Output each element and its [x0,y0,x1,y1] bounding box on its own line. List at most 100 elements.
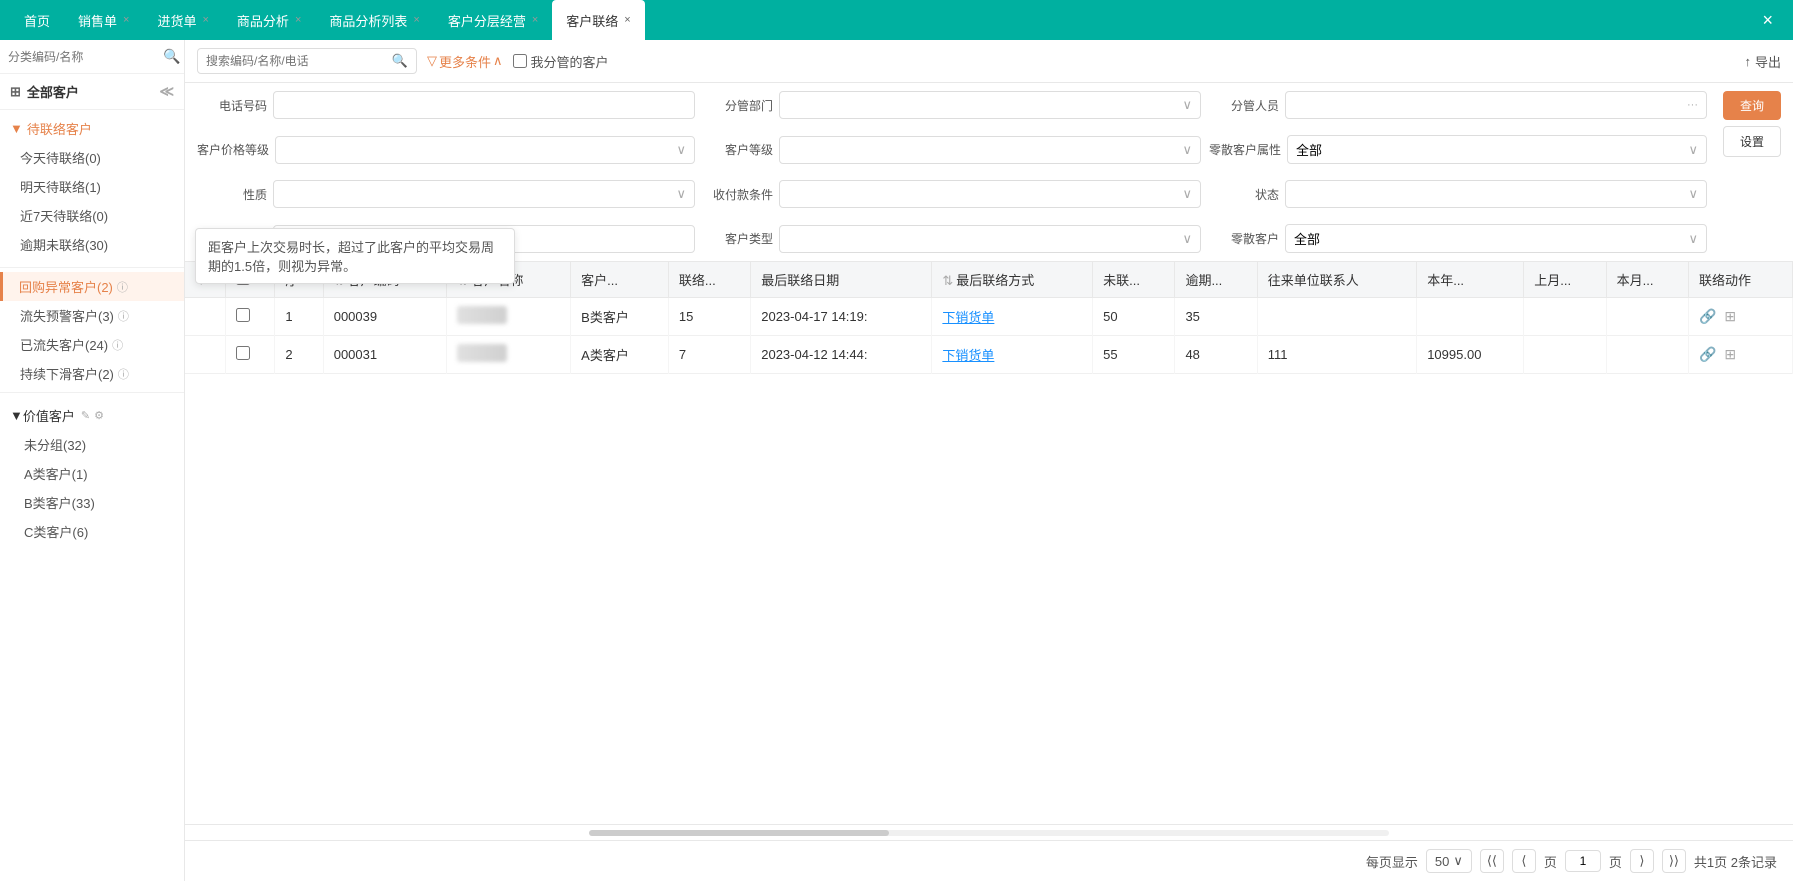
sidebar-item-continuous-down[interactable]: 持续下滑客户(2) ⓘ [0,359,184,388]
nav-sales-close[interactable]: × [123,14,129,26]
value-customer-title[interactable]: ▼ 价值客户 ✎ ⚙ [0,401,184,430]
sidebar-item-overdue[interactable]: 逾期未联络(30) [0,230,184,259]
nav-product-list[interactable]: 商品分析列表 × [315,0,433,40]
row-last-month [1524,298,1606,336]
dept-select[interactable]: ∨ [779,91,1201,119]
phone-input[interactable] [273,91,695,119]
sidebar-item-tomorrow[interactable]: 明天待联络(1) [0,172,184,201]
row-index: 1 [275,298,323,336]
table-container: ⚙ 序 ⇅客户编码 ⇅客户名称 客户... 联络... [185,262,1793,824]
chevron-down-icon-5: ∨ [676,186,686,202]
chevron-down-icon-6: ∨ [1182,186,1192,202]
sidebar-divider-2 [0,392,184,393]
pending-section-title[interactable]: ▼ 待联络客户 [0,114,184,143]
search-icon[interactable]: 🔍 [392,53,408,69]
query-button[interactable]: 查询 [1723,91,1781,120]
row-current-month [1606,298,1688,336]
filter-buttons: 查询 设置 [1723,91,1781,157]
status-select[interactable]: ∨ [1285,180,1707,208]
row-checkbox[interactable] [236,308,250,322]
row-last-method: 下销货单 [932,298,1093,336]
window-close-button[interactable]: × [1752,10,1783,31]
action-grid-icon[interactable]: ⊞ [1724,308,1736,325]
sidebar-collapse-btn[interactable]: ≪ [159,83,174,100]
nav-product-list-close[interactable]: × [413,14,419,26]
search-input[interactable] [206,54,388,68]
row-contact-person: 111 [1257,336,1416,374]
first-page-button[interactable]: ⟨⟨ [1480,849,1504,873]
row-current-year: 10995.00 [1417,336,1524,374]
sidebar-item-7days[interactable]: 近7天待联络(0) [0,201,184,230]
filter-customer-level: 客户等级 ∨ [703,136,1201,164]
sidebar-item-ungrouped[interactable]: 未分组(32) [0,430,184,459]
nav-customer-tier-close[interactable]: × [532,14,538,26]
person-input[interactable]: ··· [1285,91,1707,119]
payment-select[interactable]: ∨ [779,180,1201,208]
row-current-year [1417,298,1524,336]
filter-retail-customer: 零散客户 全部 ∨ [1209,224,1707,253]
last-method-link[interactable]: 下销货单 [942,310,994,325]
nav-customer-contact-close[interactable]: × [624,14,630,26]
settings-button[interactable]: 设置 [1723,126,1781,157]
page-number-input[interactable] [1565,850,1601,872]
export-button[interactable]: ↑ 导出 [1744,52,1781,71]
filter-phone: 电话号码 [197,91,695,119]
next-page-button[interactable]: ⟩ [1630,849,1654,873]
sidebar-item-lost-preview[interactable]: 流失预警客户(3) ⓘ [0,301,184,330]
nav-purchase-close[interactable]: × [202,14,208,26]
my-customer-checkbox[interactable] [513,54,527,68]
sort-icon-3: ⇅ [942,273,953,288]
chevron-down-icon-9: ∨ [1688,231,1698,247]
row-name [447,298,571,336]
sidebar-search-icon[interactable]: 🔍 [163,48,180,65]
chevron-down-icon-3: ∨ [1182,142,1192,158]
customer-type-select[interactable]: ∨ [779,225,1201,253]
filter-row-2: 客户价格等级 ∨ 客户等级 ∨ 零散客户属性 [197,135,1707,164]
sidebar-item-a-class[interactable]: A类客户(1) [0,459,184,488]
row-settings-cell [185,298,225,336]
info-icon-3: ⓘ [112,337,123,353]
nav-customer-contact[interactable]: 客户联络 × [552,0,644,40]
prev-page-button[interactable]: ⟨ [1512,849,1536,873]
nav-sales[interactable]: 销售单 × [64,0,143,40]
value-customer-group: ▼ 价值客户 ✎ ⚙ 未分组(32) A类客户(1) B类客户(33) C类客户… [0,397,184,550]
nav-home[interactable]: 首页 [10,0,64,40]
last-method-link[interactable]: 下销货单 [942,348,994,363]
sidebar-item-today[interactable]: 今天待联络(0) [0,143,184,172]
settings-icon-sidebar[interactable]: ⚙ [94,409,104,422]
retail-attr-select[interactable]: 全部 ∨ [1287,135,1707,164]
sidebar-search-area: 🔍 [0,40,184,74]
sidebar-item-already-lost[interactable]: 已流失客户(24) ⓘ [0,330,184,359]
gender-select[interactable]: ∨ [273,180,695,208]
page-size-select[interactable]: 50 ∨ [1426,849,1472,873]
row-index: 2 [275,336,323,374]
row-checkbox[interactable] [236,346,250,360]
filter-gender: 性质 ∨ [197,180,695,208]
nav-purchase[interactable]: 进货单 × [143,0,222,40]
sidebar-item-b-class[interactable]: B类客户(33) [0,488,184,517]
filter-status: 状态 ∨ [1209,180,1707,208]
nav-customer-tier[interactable]: 客户分层经营 × [434,0,552,40]
retail-customer-select[interactable]: 全部 ∨ [1285,224,1707,253]
row-uncontacted: 50 [1093,298,1175,336]
action-link-icon[interactable]: 🔗 [1699,308,1716,325]
sidebar-divider-1 [0,267,184,268]
customer-level-select[interactable]: ∨ [779,136,1201,164]
sidebar-search-input[interactable] [8,50,163,64]
sidebar-item-repurchase-abnormal[interactable]: 回购异常客户(2) ⓘ [0,272,184,301]
action-link-icon[interactable]: 🔗 [1699,346,1716,363]
price-level-select[interactable]: ∨ [275,136,695,164]
sidebar-all-customers-header[interactable]: ⊞ 全部客户 ≪ [0,74,184,110]
nav-product-analysis[interactable]: 商品分析 × [223,0,315,40]
row-last-date: 2023-04-17 14:19: [751,298,932,336]
col-current-month: 本月... [1606,262,1688,298]
edit-icon[interactable]: ✎ [81,409,90,422]
action-grid-icon[interactable]: ⊞ [1724,346,1736,363]
last-page-button[interactable]: ⟩⟩ [1662,849,1686,873]
row-contact-count: 15 [668,298,750,336]
horizontal-scrollbar-thumb[interactable] [589,830,889,836]
horizontal-scrollbar-track[interactable] [589,830,1389,836]
more-conditions-btn[interactable]: ▽ 更多条件 ∧ [427,52,503,71]
sidebar-item-c-class[interactable]: C类客户(6) [0,517,184,546]
nav-product-analysis-close[interactable]: × [295,14,301,26]
